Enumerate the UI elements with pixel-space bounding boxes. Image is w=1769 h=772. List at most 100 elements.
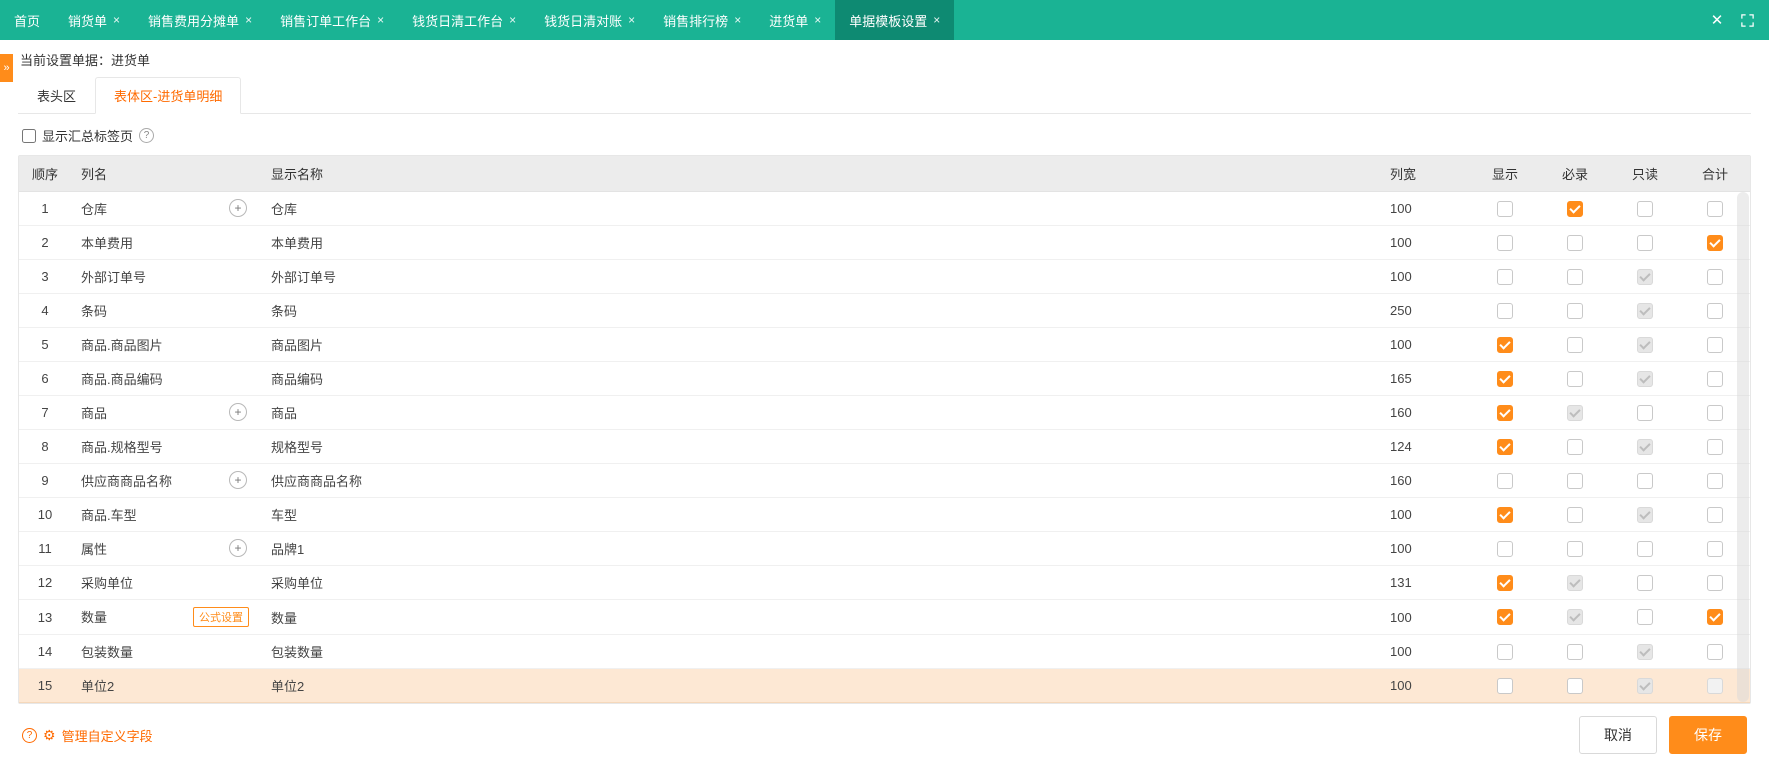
checkbox[interactable] bbox=[1707, 371, 1723, 387]
cell-display[interactable]: 仓库 bbox=[261, 192, 1380, 226]
checkbox[interactable] bbox=[1567, 303, 1583, 319]
table-row[interactable]: 3外部订单号外部订单号100 bbox=[19, 260, 1750, 294]
table-row[interactable]: 14包装数量包装数量100 bbox=[19, 635, 1750, 669]
checkbox[interactable] bbox=[1497, 644, 1513, 660]
checkbox[interactable] bbox=[1567, 678, 1583, 694]
table-row[interactable]: 9供应商商品名称+供应商商品名称160 bbox=[19, 464, 1750, 498]
checkbox[interactable] bbox=[1567, 507, 1583, 523]
cell-display[interactable]: 商品 bbox=[261, 396, 1380, 430]
cell-width[interactable]: 100 bbox=[1380, 226, 1470, 260]
close-icon[interactable]: × bbox=[509, 13, 516, 27]
checkbox[interactable] bbox=[1707, 507, 1723, 523]
checkbox[interactable] bbox=[1637, 541, 1653, 557]
top-tab[interactable]: 销售费用分摊单× bbox=[134, 0, 266, 40]
save-button[interactable]: 保存 bbox=[1669, 716, 1747, 754]
table-row[interactable]: 6商品.商品编码商品编码165 bbox=[19, 362, 1750, 396]
checkbox[interactable] bbox=[1497, 235, 1513, 251]
checkbox[interactable] bbox=[1707, 644, 1723, 660]
help-icon[interactable]: ? bbox=[139, 128, 154, 143]
checkbox[interactable] bbox=[1637, 405, 1653, 421]
checkbox[interactable] bbox=[1497, 201, 1513, 217]
plus-icon[interactable]: + bbox=[229, 199, 247, 217]
checkbox[interactable] bbox=[1567, 644, 1583, 660]
table-row[interactable]: 7商品+商品160 bbox=[19, 396, 1750, 430]
checkbox[interactable] bbox=[1707, 201, 1723, 217]
table-row[interactable]: 2本单费用本单费用100 bbox=[19, 226, 1750, 260]
checkbox[interactable] bbox=[1497, 473, 1513, 489]
cell-display[interactable]: 规格型号 bbox=[261, 430, 1380, 464]
plus-icon[interactable]: + bbox=[229, 471, 247, 489]
checkbox[interactable] bbox=[1497, 371, 1513, 387]
plus-icon[interactable]: + bbox=[229, 539, 247, 557]
checkbox[interactable] bbox=[1707, 541, 1723, 557]
checkbox[interactable] bbox=[1497, 303, 1513, 319]
top-tab[interactable]: 钱货日清对账× bbox=[530, 0, 649, 40]
checkbox[interactable] bbox=[1497, 269, 1513, 285]
close-icon[interactable]: × bbox=[933, 13, 940, 27]
cell-display[interactable]: 商品编码 bbox=[261, 362, 1380, 396]
cell-width[interactable]: 100 bbox=[1380, 600, 1470, 635]
cell-display[interactable]: 本单费用 bbox=[261, 226, 1380, 260]
table-row[interactable]: 15单位2单位2100 bbox=[19, 669, 1750, 703]
cell-width[interactable]: 131 bbox=[1380, 566, 1470, 600]
close-icon[interactable]: × bbox=[377, 13, 384, 27]
top-tab[interactable]: 单据模板设置× bbox=[835, 0, 954, 40]
cell-width[interactable]: 160 bbox=[1380, 464, 1470, 498]
checkbox[interactable] bbox=[1707, 235, 1723, 251]
top-tab[interactable]: 销货单× bbox=[54, 0, 134, 40]
close-icon[interactable]: × bbox=[628, 13, 635, 27]
checkbox[interactable] bbox=[1567, 541, 1583, 557]
cell-display[interactable]: 品牌1 bbox=[261, 532, 1380, 566]
top-tab[interactable]: 销售订单工作台× bbox=[266, 0, 398, 40]
checkbox[interactable] bbox=[1567, 235, 1583, 251]
close-icon[interactable]: × bbox=[113, 13, 120, 27]
table-row[interactable]: 8商品.规格型号规格型号124 bbox=[19, 430, 1750, 464]
cell-width[interactable]: 100 bbox=[1380, 635, 1470, 669]
checkbox[interactable] bbox=[1497, 439, 1513, 455]
checkbox[interactable] bbox=[1497, 678, 1513, 694]
plus-icon[interactable]: + bbox=[229, 403, 247, 421]
fullscreen-icon[interactable] bbox=[1737, 10, 1757, 30]
checkbox[interactable] bbox=[1567, 473, 1583, 489]
cell-display[interactable]: 车型 bbox=[261, 498, 1380, 532]
checkbox[interactable] bbox=[1497, 575, 1513, 591]
checkbox[interactable] bbox=[1497, 609, 1513, 625]
checkbox[interactable] bbox=[1637, 473, 1653, 489]
cell-display[interactable]: 外部订单号 bbox=[261, 260, 1380, 294]
checkbox[interactable] bbox=[1637, 235, 1653, 251]
checkbox[interactable] bbox=[1637, 201, 1653, 217]
checkbox[interactable] bbox=[1567, 201, 1583, 217]
cell-width[interactable]: 160 bbox=[1380, 396, 1470, 430]
cell-width[interactable]: 100 bbox=[1380, 260, 1470, 294]
footer-help-icon[interactable]: ? bbox=[22, 728, 37, 743]
expand-sidebar-handle[interactable]: » bbox=[0, 54, 13, 82]
table-row[interactable]: 13数量公式设置数量100 bbox=[19, 600, 1750, 635]
table-row[interactable]: 12采购单位采购单位131 bbox=[19, 566, 1750, 600]
cell-display[interactable]: 包装数量 bbox=[261, 635, 1380, 669]
cell-width[interactable]: 100 bbox=[1380, 669, 1470, 703]
close-icon[interactable]: × bbox=[734, 13, 741, 27]
cell-display[interactable]: 商品图片 bbox=[261, 328, 1380, 362]
table-row[interactable]: 5商品.商品图片商品图片100 bbox=[19, 328, 1750, 362]
cell-width[interactable]: 124 bbox=[1380, 430, 1470, 464]
table-scrollbar[interactable] bbox=[1737, 192, 1749, 702]
cell-width[interactable]: 165 bbox=[1380, 362, 1470, 396]
cancel-button[interactable]: 取消 bbox=[1579, 716, 1657, 754]
checkbox[interactable] bbox=[1497, 507, 1513, 523]
cell-display[interactable]: 条码 bbox=[261, 294, 1380, 328]
checkbox[interactable] bbox=[1707, 473, 1723, 489]
close-all-icon[interactable]: ✕ bbox=[1707, 10, 1727, 30]
show-summary-checkbox[interactable] bbox=[22, 129, 36, 143]
checkbox[interactable] bbox=[1567, 337, 1583, 353]
table-row[interactable]: 4条码条码250 bbox=[19, 294, 1750, 328]
checkbox[interactable] bbox=[1497, 541, 1513, 557]
checkbox[interactable] bbox=[1567, 371, 1583, 387]
cell-width[interactable]: 100 bbox=[1380, 328, 1470, 362]
manage-custom-fields-link[interactable]: 管理自定义字段 bbox=[62, 726, 153, 745]
checkbox[interactable] bbox=[1567, 269, 1583, 285]
formula-button[interactable]: 公式设置 bbox=[193, 607, 249, 627]
checkbox[interactable] bbox=[1707, 439, 1723, 455]
table-row[interactable]: 10商品.车型车型100 bbox=[19, 498, 1750, 532]
checkbox[interactable] bbox=[1707, 337, 1723, 353]
checkbox[interactable] bbox=[1707, 405, 1723, 421]
